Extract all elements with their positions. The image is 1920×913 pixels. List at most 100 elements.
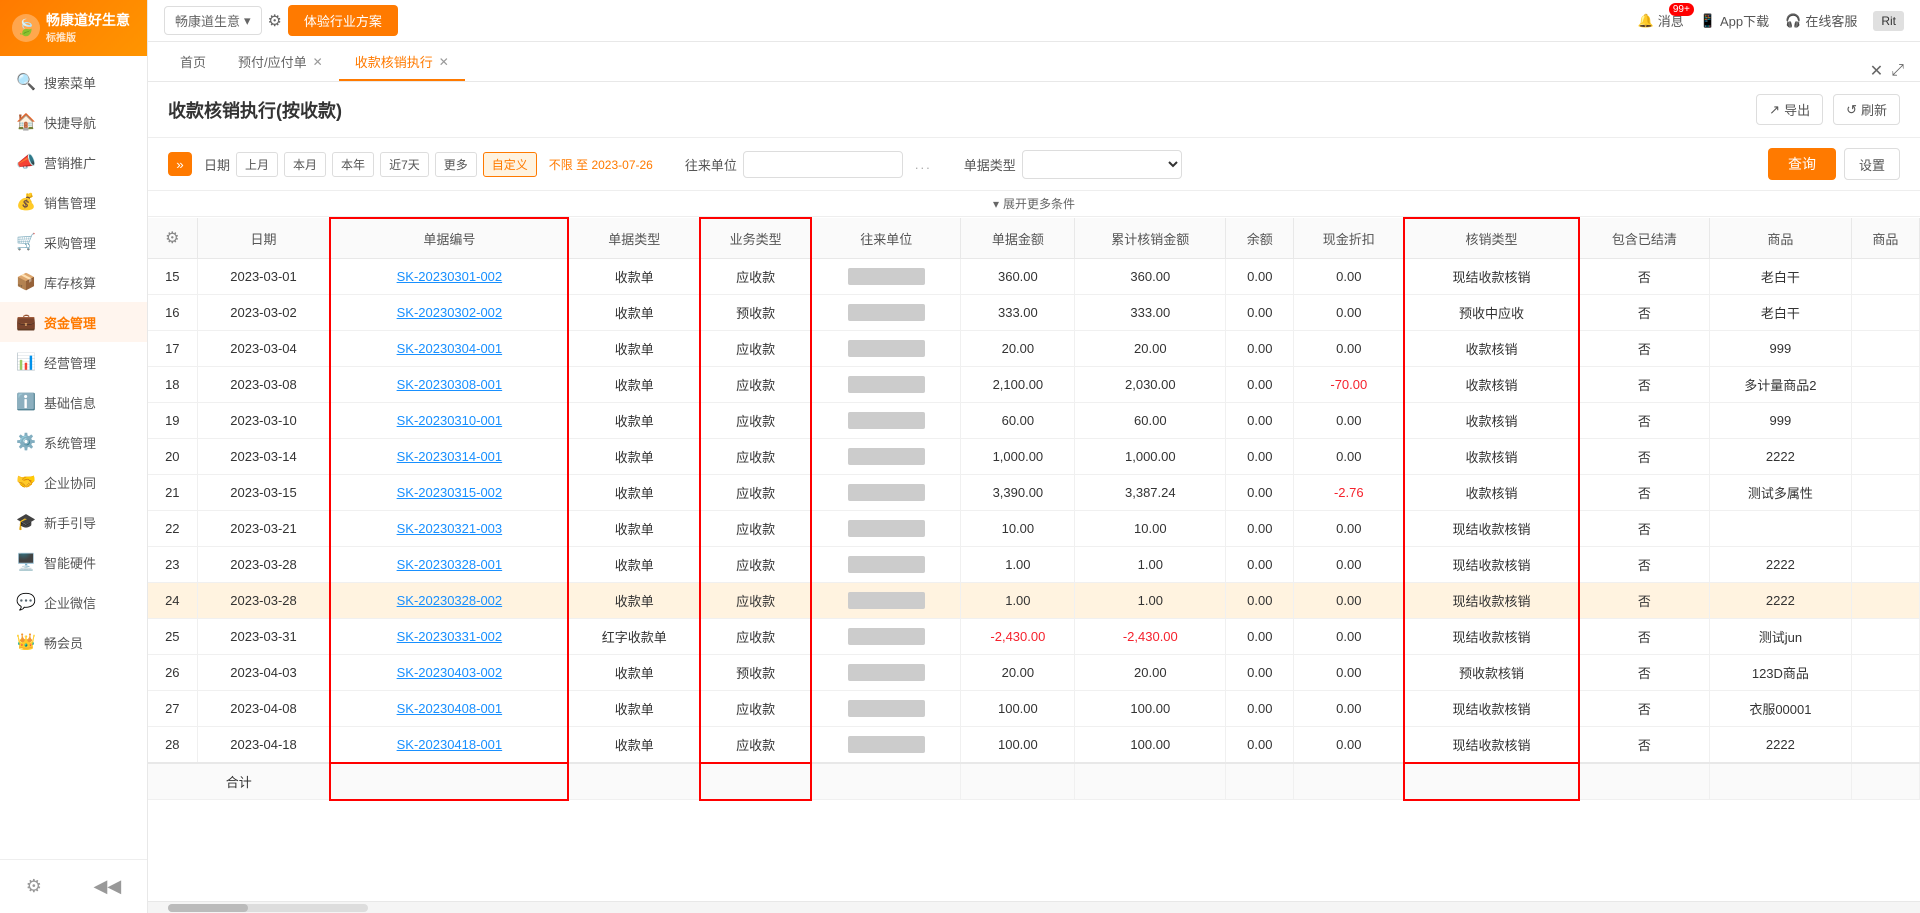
refresh-button[interactable]: ↺ 刷新 <box>1833 94 1900 125</box>
cell-discount: 0.00 <box>1294 295 1404 331</box>
sidebar-item-guide[interactable]: 🎓 新手引导 <box>0 502 147 542</box>
query-button[interactable]: 查询 <box>1768 148 1836 180</box>
sidebar-item-operations[interactable]: 📊 经营管理 <box>0 342 147 382</box>
sidebar-collapse-btn[interactable]: ◀◀ <box>88 870 128 903</box>
sidebar-item-label: 库存核算 <box>44 273 96 292</box>
cell-seq: 19 <box>148 403 197 439</box>
cell-discount: 0.00 <box>1294 583 1404 619</box>
table-row: 24 2023-03-28 SK-20230328-002 收款单 应收款 ██… <box>148 583 1920 619</box>
sidebar-item-member[interactable]: 👑 畅会员 <box>0 622 147 662</box>
sidebar-item-wechat[interactable]: 💬 企业微信 <box>0 582 147 622</box>
message-button[interactable]: 🔔 消息 99+ <box>1638 11 1684 30</box>
sidebar-item-inventory[interactable]: 📦 库存核算 <box>0 262 147 302</box>
gear-icon[interactable]: ⚙ <box>268 11 282 31</box>
industry-solution-button[interactable]: 体验行业方案 <box>288 5 398 36</box>
cell-canceltype: 现结收款核销 <box>1404 511 1579 547</box>
doc-number-link[interactable]: SK-20230408-001 <box>397 701 503 716</box>
th-gear[interactable]: ⚙ <box>148 218 197 259</box>
sidebar-item-purchase[interactable]: 🛒 采购管理 <box>0 222 147 262</box>
doc-number-link[interactable]: SK-20230302-002 <box>397 305 503 320</box>
filter-thismonth[interactable]: 本月 <box>284 152 326 177</box>
filter-7days[interactable]: 近7天 <box>380 152 429 177</box>
doc-number-link[interactable]: SK-20230301-002 <box>397 269 503 284</box>
sidebar-item-quicknav[interactable]: 🏠 快捷导航 <box>0 102 147 142</box>
doc-number-link[interactable]: SK-20230304-001 <box>397 341 503 356</box>
doc-number-link[interactable]: SK-20230308-001 <box>397 377 503 392</box>
sidebar-item-search[interactable]: 🔍 搜索菜单 <box>0 62 147 102</box>
sidebar-settings-btn[interactable]: ⚙ <box>20 870 48 903</box>
user-avatar[interactable]: Rit <box>1873 11 1904 31</box>
footer-row: 合计 <box>148 763 1920 800</box>
filter-settings-button[interactable]: 设置 <box>1844 148 1900 180</box>
sidebar-item-label: 采购管理 <box>44 233 96 252</box>
sidebar-item-finance[interactable]: 💼 资金管理 <box>0 302 147 342</box>
tab-home[interactable]: 首页 <box>164 44 222 81</box>
doc-number-link[interactable]: SK-20230403-002 <box>397 665 503 680</box>
tab-expand[interactable]: ⤢ <box>1891 62 1904 80</box>
doc-number-link[interactable]: SK-20230321-003 <box>397 521 503 536</box>
doc-number-link[interactable]: SK-20230328-002 <box>397 593 503 608</box>
filter-lastmonth[interactable]: 上月 <box>236 152 278 177</box>
tab-receivable-close[interactable]: ✕ <box>439 55 449 69</box>
doc-number-link[interactable]: SK-20230328-001 <box>397 557 503 572</box>
cell-date: 2023-03-08 <box>197 367 330 403</box>
doc-number-link[interactable]: SK-20230314-001 <box>397 449 503 464</box>
vouchertype-select[interactable] <box>1022 150 1182 179</box>
filter-expand-arrow[interactable]: » <box>168 152 192 176</box>
cell-biztype: 应收款 <box>700 547 811 583</box>
doc-number-link[interactable]: SK-20230331-002 <box>397 629 503 644</box>
cell-balance: 0.00 <box>1226 367 1294 403</box>
sidebar-item-label: 资金管理 <box>44 313 96 332</box>
sidebar-item-basic[interactable]: ℹ️ 基础信息 <box>0 382 147 422</box>
tab-close-all[interactable]: ✕ <box>1870 61 1883 81</box>
sidebar-item-corp[interactable]: 🤝 企业协同 <box>0 462 147 502</box>
cell-balance: 0.00 <box>1226 403 1294 439</box>
cell-balance: 0.00 <box>1226 439 1294 475</box>
tab-payable[interactable]: 预付/应付单 ✕ <box>222 44 339 81</box>
workspace-dropdown[interactable]: 畅康道生意 ▾ <box>164 6 262 35</box>
sidebar-item-hardware[interactable]: 🖥️ 智能硬件 <box>0 542 147 582</box>
filter-thisyear[interactable]: 本年 <box>332 152 374 177</box>
tab-receivable-exec[interactable]: 收款核销执行 ✕ <box>339 44 465 81</box>
cell-discount: 0.00 <box>1294 655 1404 691</box>
cell-balance: 0.00 <box>1226 655 1294 691</box>
cell-goods: 999 <box>1710 331 1852 367</box>
expand-more-button[interactable]: ▾ 展开更多条件 <box>993 195 1075 212</box>
sidebar-item-sales[interactable]: 💰 销售管理 <box>0 182 147 222</box>
more-filters-dots[interactable]: ... <box>915 157 932 172</box>
table-row: 22 2023-03-21 SK-20230321-003 收款单 应收款 ██… <box>148 511 1920 547</box>
cell-goods: 2222 <box>1710 547 1852 583</box>
filter-custom[interactable]: 自定义 <box>483 152 537 177</box>
cell-partner: ████ <box>811 439 961 475</box>
doc-number-link[interactable]: SK-20230418-001 <box>397 737 503 752</box>
table-area[interactable]: ⚙ 日期 单据编号 单据类型 业务类型 往来单位 单据金额 累计核销金额 余额 … <box>148 217 1920 901</box>
sidebar-item-marketing[interactable]: 📣 营销推广 <box>0 142 147 182</box>
scrollbar-track <box>168 904 368 912</box>
cell-partner: ████ <box>811 331 961 367</box>
table-row: 28 2023-04-18 SK-20230418-001 收款单 应收款 ██… <box>148 727 1920 764</box>
cell-biztype: 应收款 <box>700 439 811 475</box>
online-service-button[interactable]: 🎧 在线客服 <box>1785 11 1857 30</box>
export-button[interactable]: ↗ 导出 <box>1756 94 1823 125</box>
handshake-icon: 🤝 <box>16 472 36 492</box>
cell-discount: -2.76 <box>1294 475 1404 511</box>
cell-number: SK-20230315-002 <box>330 475 568 511</box>
tab-payable-close[interactable]: ✕ <box>313 55 323 69</box>
cell-amount: 60.00 <box>961 403 1075 439</box>
doc-number-link[interactable]: SK-20230315-002 <box>397 485 503 500</box>
filter-more[interactable]: 更多 <box>435 152 477 177</box>
cell-amount: 333.00 <box>961 295 1075 331</box>
horizontal-scrollbar[interactable] <box>148 901 1920 913</box>
cell-balance: 0.00 <box>1226 295 1294 331</box>
doc-number-link[interactable]: SK-20230310-001 <box>397 413 503 428</box>
cell-seq: 21 <box>148 475 197 511</box>
sidebar-item-system[interactable]: ⚙️ 系统管理 <box>0 422 147 462</box>
gear-icon[interactable]: ⚙ <box>165 230 179 247</box>
app-download-button[interactable]: 📱 App下载 <box>1700 11 1769 30</box>
cell-included: 否 <box>1579 691 1710 727</box>
partner-input[interactable] <box>743 151 903 178</box>
scrollbar-thumb[interactable] <box>168 904 248 912</box>
tab-actions: ✕ ⤢ <box>465 61 1904 81</box>
chevron-down-icon: ▾ <box>993 197 999 211</box>
cell-biztype: 应收款 <box>700 691 811 727</box>
